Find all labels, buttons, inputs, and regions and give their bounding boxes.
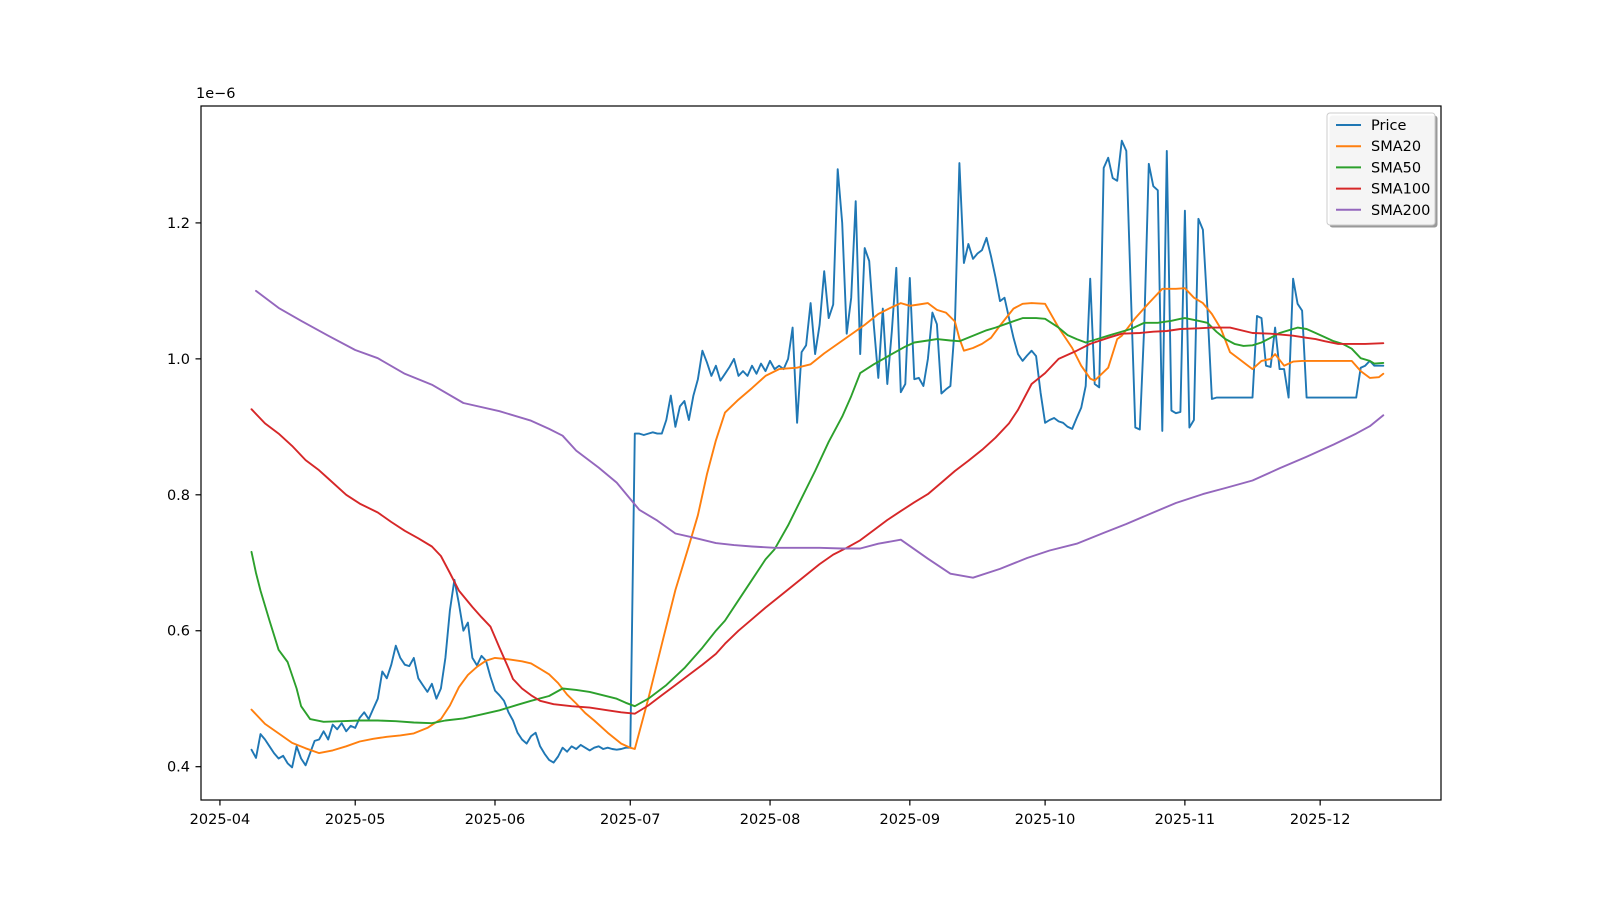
legend-label: Price <box>1371 118 1406 134</box>
y-tick-label: 0.4 <box>167 760 190 776</box>
y-tick-label: 0.6 <box>167 624 190 640</box>
legend: Price SMA20 SMA50 SMA100 SMA200 <box>1326 112 1438 228</box>
x-tick-label: 2025-07 <box>600 812 661 828</box>
figure: 2025-04 2025-05 2025-06 2025-07 2025-08 2025-… <box>0 0 1600 900</box>
y-axis-offset-label: 1e−6 <box>196 86 236 102</box>
x-tick-label: 2025-11 <box>1155 812 1216 828</box>
x-tick-label: 2025-04 <box>190 812 251 828</box>
x-tick-label: 2025-05 <box>325 812 386 828</box>
y-tick-label: 1.2 <box>167 216 190 232</box>
x-tick-label: 2025-12 <box>1290 812 1351 828</box>
x-tick-label: 2025-08 <box>740 812 801 828</box>
x-tick-label: 2025-09 <box>880 812 941 828</box>
x-tick-label: 2025-06 <box>465 812 526 828</box>
legend-label: SMA20 <box>1371 139 1421 155</box>
y-tick-label: 0.8 <box>167 488 190 504</box>
legend-label: SMA200 <box>1371 203 1430 219</box>
y-tick-label: 1.0 <box>167 352 190 368</box>
legend-label: SMA100 <box>1371 182 1430 198</box>
legend-label: SMA50 <box>1371 160 1421 176</box>
price-sma-line-chart: 2025-04 2025-05 2025-06 2025-07 2025-08 2025-… <box>0 0 1600 900</box>
x-tick-label: 2025-10 <box>1015 812 1076 828</box>
